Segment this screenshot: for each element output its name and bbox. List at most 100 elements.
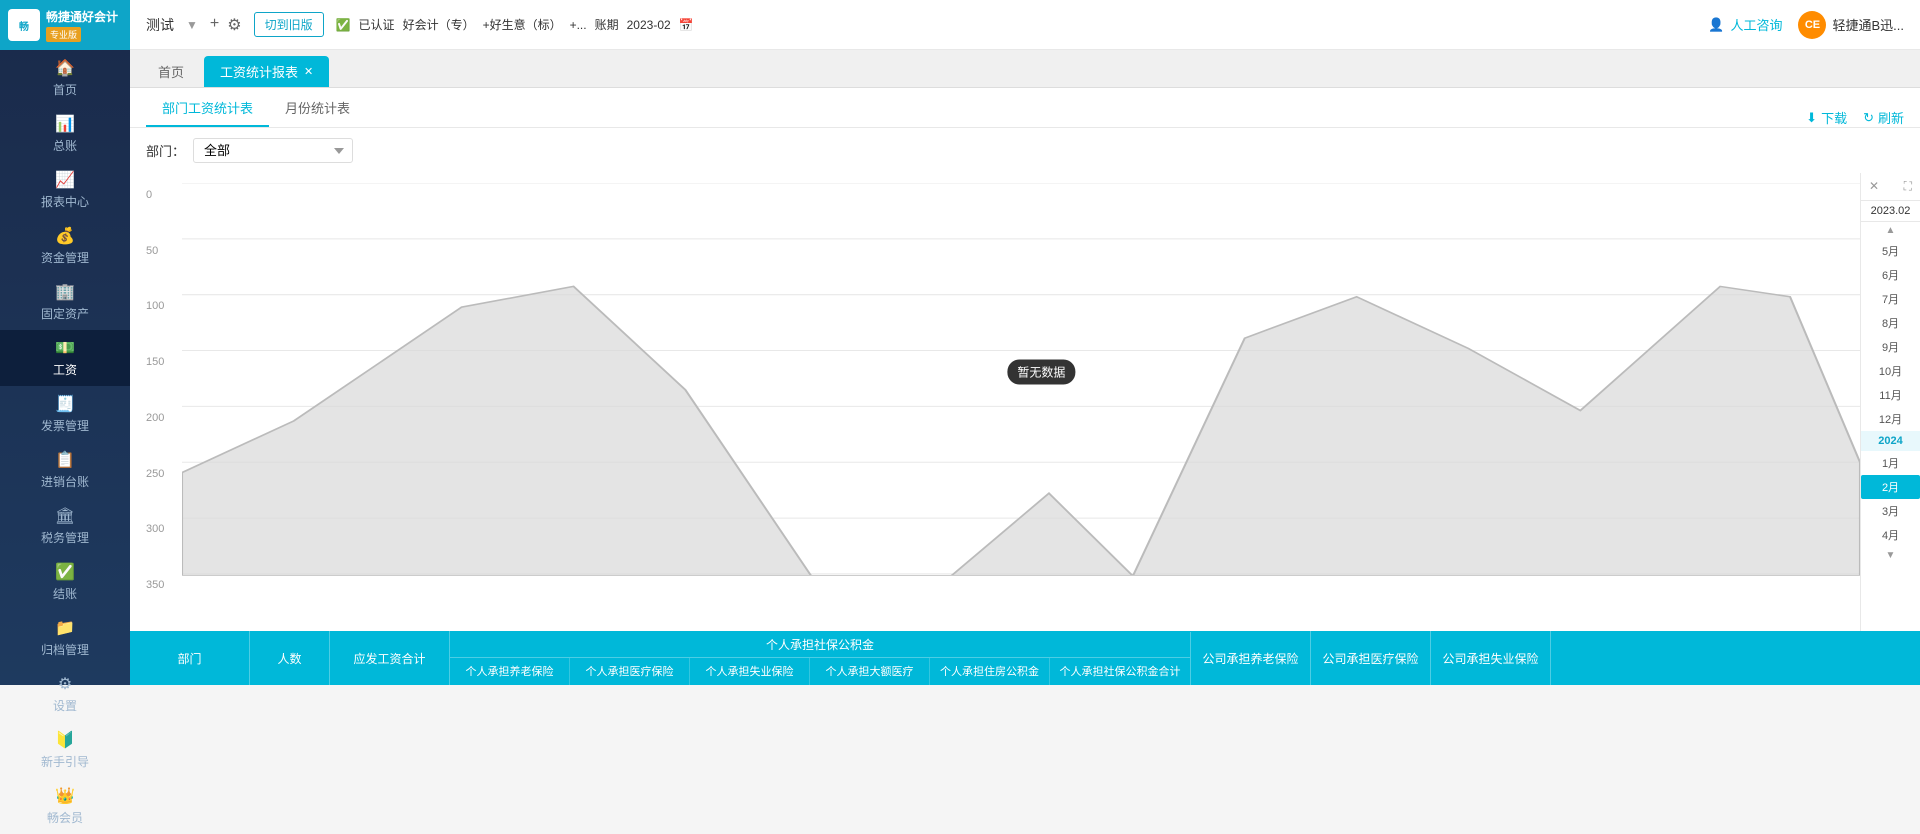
funds-icon: 💰 (55, 226, 75, 246)
col-company-unemployment: 公司承担失业保险 (1431, 631, 1551, 685)
dept-label: 部门： (146, 141, 185, 160)
nav-up-icon[interactable]: ▲ (1886, 225, 1896, 236)
sidebar-item-label-funds: 资金管理 (41, 249, 89, 266)
subtabs: 部门工资统计表 月份统计表 ⬇ 下载 ↻ 刷新 (130, 88, 1920, 128)
download-button[interactable]: ⬇ 下载 (1806, 108, 1847, 127)
col-personal-medical: 个人承担医疗保险 (570, 658, 690, 685)
sidebar-item-payroll[interactable]: 💵 工资 (0, 330, 130, 386)
chart-tooltip: 暂无数据 (1007, 359, 1075, 384)
refresh-icon: ↻ (1863, 110, 1874, 126)
content-area: 部门工资统计表 月份统计表 ⬇ 下载 ↻ 刷新 部门： (130, 88, 1920, 685)
subtab-dept[interactable]: 部门工资统计表 (146, 90, 269, 127)
sidebar-item-label-sales: 进销台账 (41, 473, 89, 490)
status-more: +... (570, 18, 587, 32)
period-value: 2023-02 (627, 18, 671, 32)
sidebar: 畅 畅捷通好会计 专业版 🏠首页📊总账📈报表中心💰资金管理🏢固定资产💵工资🧾发票… (0, 0, 130, 685)
sidebar-item-label-payroll: 工资 (53, 361, 77, 378)
month-item-5月[interactable]: 5月 (1861, 239, 1920, 263)
col-group-personal-header: 个人承担社保公积金 (450, 632, 1190, 658)
reports-icon: 📈 (55, 170, 75, 190)
expand-icon[interactable]: ⛶ (1904, 179, 1912, 194)
payroll-icon: 💵 (55, 338, 75, 358)
sidebar-item-label-assets: 固定资产 (41, 305, 89, 322)
sidebar-item-ledger[interactable]: 📊总账 (0, 106, 130, 162)
status-plus1: +好生意（标） (483, 16, 562, 33)
dept-select[interactable]: 全部 行政部 财务部 销售部 技术部 (193, 138, 353, 163)
calendar-icon[interactable]: 📅 (679, 18, 694, 32)
plus-icon[interactable]: + (210, 15, 219, 35)
tab-close-icon[interactable]: ✕ (304, 65, 313, 78)
sidebar-item-checkout[interactable]: ✅结账 (0, 554, 130, 610)
assets-icon: 🏢 (55, 282, 75, 302)
invoice-icon: 🧾 (55, 394, 75, 414)
logo-badge: 专业版 (46, 27, 81, 42)
main-content: 测试 ▼ + ⚙ 切到旧版 ✅ 已认证 好会计（专） +好生意（标） +... … (130, 0, 1920, 685)
tab-home[interactable]: 首页 (142, 56, 200, 87)
month-item-2月[interactable]: 2月 (1861, 475, 1920, 499)
user-menu[interactable]: CE 轻捷通B迅... (1798, 11, 1904, 39)
sidebar-item-label-tax: 税务管理 (41, 529, 89, 546)
month-item-4月[interactable]: 4月 (1861, 523, 1920, 547)
filter-toolbar: 部门： 全部 行政部 财务部 销售部 技术部 (130, 128, 1920, 173)
sidebar-item-guide[interactable]: 🔰 新手引导 (0, 722, 130, 778)
settings-icon[interactable]: ⚙ (227, 15, 241, 35)
member-icon: 👑 (55, 786, 75, 806)
sidebar-item-member[interactable]: 👑畅会员 (0, 778, 130, 834)
right-panel-nav-down[interactable]: ▼ (1861, 547, 1920, 564)
guide-icon: 🔰 (55, 730, 75, 750)
sidebar-item-reports[interactable]: 📈 报表中心 (0, 162, 130, 218)
sidebar-item-label-invoice: 发票管理 (41, 417, 89, 434)
right-panel-nav-up[interactable]: ▲ (1861, 222, 1920, 239)
month-item-10月[interactable]: 10月 (1861, 359, 1920, 383)
month-item-3月[interactable]: 3月 (1861, 499, 1920, 523)
right-panel-months: 5月6月7月8月9月10月11月12月20241月2月3月4月 (1861, 239, 1920, 547)
topbar-icons: + ⚙ (210, 15, 242, 35)
month-item-7月[interactable]: 7月 (1861, 287, 1920, 311)
user-avatar: CE (1798, 11, 1826, 39)
sidebar-item-label-reports: 报表中心 (41, 193, 89, 210)
month-item-12月[interactable]: 12月 (1861, 407, 1920, 431)
subtab-toolbar: ⬇ 下载 ↻ 刷新 (1806, 108, 1904, 127)
month-item-9月[interactable]: 9月 (1861, 335, 1920, 359)
chart-and-panel: 350 300 250 200 150 100 50 0 (130, 173, 1920, 631)
tab-payroll-label: 工资统计报表 (220, 62, 298, 81)
switch-old-button[interactable]: 切到旧版 (254, 12, 324, 37)
col-personal-unemployment: 个人承担失业保险 (690, 658, 810, 685)
subtab-monthly[interactable]: 月份统计表 (269, 90, 366, 127)
download-icon: ⬇ (1806, 110, 1817, 126)
help-link[interactable]: 👤 人工咨询 (1708, 15, 1782, 34)
tax-icon: 🏛 (55, 506, 75, 526)
sidebar-item-home[interactable]: 🏠首页 (0, 50, 130, 106)
home-icon: 🏠 (55, 58, 75, 78)
sidebar-items: 🏠首页📊总账 📈 报表中心 💰 资金管理 🏢 固定资产 💵 工资 🧾 发票管理 📋 进销台账 🏛 税务管理 ✅… (0, 50, 130, 834)
sidebar-item-assets[interactable]: 🏢 固定资产 (0, 274, 130, 330)
refresh-button[interactable]: ↻ 刷新 (1863, 108, 1904, 127)
nav-down-icon[interactable]: ▼ (1886, 550, 1896, 561)
archive-icon: 📁 (55, 618, 75, 638)
close-icon[interactable]: ✕ (1869, 179, 1879, 194)
sidebar-item-sales[interactable]: 📋 进销台账 (0, 442, 130, 498)
sidebar-item-settings[interactable]: ⚙设置 (0, 666, 130, 722)
period-label: 账期 (595, 16, 619, 33)
month-item-11月[interactable]: 11月 (1861, 383, 1920, 407)
sidebar-item-invoice[interactable]: 🧾 发票管理 (0, 386, 130, 442)
col-count: 人数 (250, 631, 330, 685)
sales-icon: 📋 (55, 450, 75, 470)
sidebar-item-funds[interactable]: 💰 资金管理 (0, 218, 130, 274)
topbar-dropdown-arrow[interactable]: ▼ (186, 18, 198, 32)
logo-text: 畅捷通好会计 专业版 (46, 8, 118, 42)
col-total-salary: 应发工资合计 (330, 631, 450, 685)
topbar: 测试 ▼ + ⚙ 切到旧版 ✅ 已认证 好会计（专） +好生意（标） +... … (130, 0, 1920, 50)
sidebar-item-archive[interactable]: 📁归档管理 (0, 610, 130, 666)
sidebar-item-label-guide: 新手引导 (41, 753, 89, 770)
right-panel-year: 2023.02 (1861, 201, 1920, 222)
tab-payroll-report[interactable]: 工资统计报表 ✕ (204, 56, 329, 87)
year-2024-label: 2024 (1861, 431, 1920, 451)
month-item-6月[interactable]: 6月 (1861, 263, 1920, 287)
sidebar-item-tax[interactable]: 🏛 税务管理 (0, 498, 130, 554)
ledger-icon: 📊 (55, 114, 75, 134)
month-item-8月[interactable]: 8月 (1861, 311, 1920, 335)
month-item-1月[interactable]: 1月 (1861, 451, 1920, 475)
right-panel: ✕ ⛶ 2023.02 ▲ 5月6月7月8月9月10月11月12月20241月2… (1860, 173, 1920, 631)
col-group-personal-cells: 个人承担养老保险 个人承担医疗保险 个人承担失业保险 个人承担大额医疗 个人承担… (450, 658, 1190, 685)
